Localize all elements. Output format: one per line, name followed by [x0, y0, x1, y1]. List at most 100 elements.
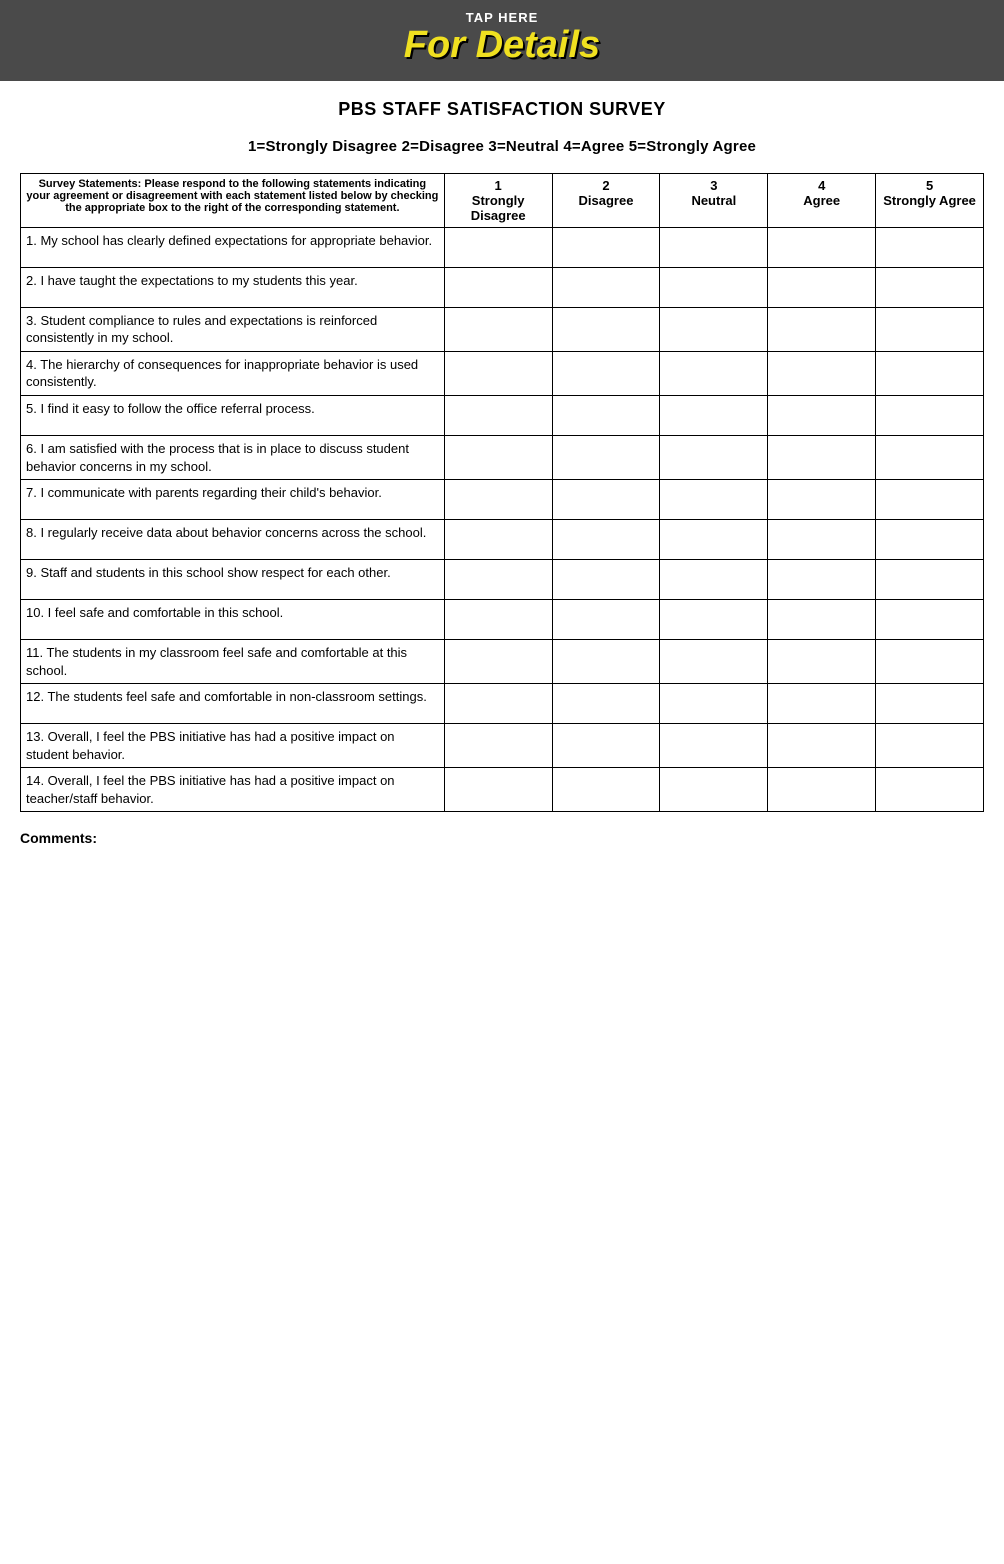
- scale-cell-1-1[interactable]: [444, 227, 552, 267]
- table-row: 3. Student compliance to rules and expec…: [21, 307, 984, 351]
- scale-cell-3-5[interactable]: [876, 307, 984, 351]
- scale-cell-3-4[interactable]: [768, 307, 876, 351]
- scale-cell-8-2[interactable]: [552, 520, 660, 560]
- scale-cell-2-5[interactable]: [876, 267, 984, 307]
- scale-cell-11-5[interactable]: [876, 640, 984, 684]
- scale-cell-4-3[interactable]: [660, 351, 768, 395]
- scale-cell-8-3[interactable]: [660, 520, 768, 560]
- statement-cell-4: 4. The hierarchy of consequences for ina…: [21, 351, 445, 395]
- header-banner[interactable]: TAP HERE For Details: [0, 0, 1004, 81]
- scale-cell-11-1[interactable]: [444, 640, 552, 684]
- scale-cell-14-2[interactable]: [552, 768, 660, 812]
- scale-cell-13-4[interactable]: [768, 724, 876, 768]
- scale-cell-14-5[interactable]: [876, 768, 984, 812]
- scale-cell-5-2[interactable]: [552, 395, 660, 435]
- scale-cell-13-3[interactable]: [660, 724, 768, 768]
- scale-cell-8-1[interactable]: [444, 520, 552, 560]
- scale-cell-6-1[interactable]: [444, 435, 552, 479]
- scale-cell-3-2[interactable]: [552, 307, 660, 351]
- statement-cell-7: 7. I communicate with parents regarding …: [21, 480, 445, 520]
- scale-cell-7-4[interactable]: [768, 480, 876, 520]
- survey-title: PBS STAFF SATISFACTION SURVEY: [20, 99, 984, 120]
- table-row: 5. I find it easy to follow the office r…: [21, 395, 984, 435]
- scale-cell-8-5[interactable]: [876, 520, 984, 560]
- scale-cell-10-4[interactable]: [768, 600, 876, 640]
- scale-cell-3-1[interactable]: [444, 307, 552, 351]
- table-row: 2. I have taught the expectations to my …: [21, 267, 984, 307]
- scale-cell-11-3[interactable]: [660, 640, 768, 684]
- scale-cell-1-4[interactable]: [768, 227, 876, 267]
- scale-cell-7-3[interactable]: [660, 480, 768, 520]
- scale-cell-12-4[interactable]: [768, 684, 876, 724]
- scale-cell-11-4[interactable]: [768, 640, 876, 684]
- scale-cell-14-1[interactable]: [444, 768, 552, 812]
- table-row: 14. Overall, I feel the PBS initiative h…: [21, 768, 984, 812]
- scale-cell-11-2[interactable]: [552, 640, 660, 684]
- scale-cell-10-1[interactable]: [444, 600, 552, 640]
- table-row: 13. Overall, I feel the PBS initiative h…: [21, 724, 984, 768]
- scale-cell-7-5[interactable]: [876, 480, 984, 520]
- scale-cell-9-2[interactable]: [552, 560, 660, 600]
- scale-cell-6-2[interactable]: [552, 435, 660, 479]
- table-row: 10. I feel safe and comfortable in this …: [21, 600, 984, 640]
- scale-cell-9-4[interactable]: [768, 560, 876, 600]
- statement-cell-6: 6. I am satisfied with the process that …: [21, 435, 445, 479]
- scale-cell-10-5[interactable]: [876, 600, 984, 640]
- for-details-text: For Details: [0, 25, 1004, 67]
- table-row: 12. The students feel safe and comfortab…: [21, 684, 984, 724]
- statement-cell-8: 8. I regularly receive data about behavi…: [21, 520, 445, 560]
- table-row: 11. The students in my classroom feel sa…: [21, 640, 984, 684]
- scale-cell-7-1[interactable]: [444, 480, 552, 520]
- table-row: 9. Staff and students in this school sho…: [21, 560, 984, 600]
- col-header-5: 5 Strongly Agree: [876, 173, 984, 227]
- scale-cell-4-1[interactable]: [444, 351, 552, 395]
- scale-cell-12-3[interactable]: [660, 684, 768, 724]
- col-header-2: 2 Disagree: [552, 173, 660, 227]
- scale-cell-1-5[interactable]: [876, 227, 984, 267]
- scale-cell-5-4[interactable]: [768, 395, 876, 435]
- scale-cell-12-2[interactable]: [552, 684, 660, 724]
- comments-section: Comments:: [20, 830, 984, 846]
- scale-cell-14-4[interactable]: [768, 768, 876, 812]
- scale-cell-6-5[interactable]: [876, 435, 984, 479]
- scale-cell-1-3[interactable]: [660, 227, 768, 267]
- statement-cell-5: 5. I find it easy to follow the office r…: [21, 395, 445, 435]
- scale-cell-12-1[interactable]: [444, 684, 552, 724]
- statement-cell-10: 10. I feel safe and comfortable in this …: [21, 600, 445, 640]
- scale-cell-13-2[interactable]: [552, 724, 660, 768]
- scale-cell-2-3[interactable]: [660, 267, 768, 307]
- scale-cell-10-3[interactable]: [660, 600, 768, 640]
- scale-cell-5-3[interactable]: [660, 395, 768, 435]
- scale-cell-6-4[interactable]: [768, 435, 876, 479]
- scale-cell-2-2[interactable]: [552, 267, 660, 307]
- statement-cell-2: 2. I have taught the expectations to my …: [21, 267, 445, 307]
- table-row: 4. The hierarchy of consequences for ina…: [21, 351, 984, 395]
- scale-cell-9-1[interactable]: [444, 560, 552, 600]
- scale-cell-13-5[interactable]: [876, 724, 984, 768]
- scale-cell-6-3[interactable]: [660, 435, 768, 479]
- scale-cell-5-5[interactable]: [876, 395, 984, 435]
- scale-cell-4-5[interactable]: [876, 351, 984, 395]
- scale-cell-3-3[interactable]: [660, 307, 768, 351]
- scale-cell-2-4[interactable]: [768, 267, 876, 307]
- scale-cell-5-1[interactable]: [444, 395, 552, 435]
- statement-cell-3: 3. Student compliance to rules and expec…: [21, 307, 445, 351]
- statement-cell-9: 9. Staff and students in this school sho…: [21, 560, 445, 600]
- scale-cell-9-3[interactable]: [660, 560, 768, 600]
- table-row: 6. I am satisfied with the process that …: [21, 435, 984, 479]
- scale-cell-14-3[interactable]: [660, 768, 768, 812]
- scale-cell-4-2[interactable]: [552, 351, 660, 395]
- statement-cell-1: 1. My school has clearly defined expecta…: [21, 227, 445, 267]
- page-content: PBS STAFF SATISFACTION SURVEY 1=Strongly…: [0, 81, 1004, 877]
- scale-cell-13-1[interactable]: [444, 724, 552, 768]
- scale-cell-1-2[interactable]: [552, 227, 660, 267]
- scale-cell-4-4[interactable]: [768, 351, 876, 395]
- scale-cell-2-1[interactable]: [444, 267, 552, 307]
- scale-cell-12-5[interactable]: [876, 684, 984, 724]
- statement-cell-14: 14. Overall, I feel the PBS initiative h…: [21, 768, 445, 812]
- table-row: 1. My school has clearly defined expecta…: [21, 227, 984, 267]
- scale-cell-7-2[interactable]: [552, 480, 660, 520]
- scale-cell-8-4[interactable]: [768, 520, 876, 560]
- scale-cell-9-5[interactable]: [876, 560, 984, 600]
- scale-cell-10-2[interactable]: [552, 600, 660, 640]
